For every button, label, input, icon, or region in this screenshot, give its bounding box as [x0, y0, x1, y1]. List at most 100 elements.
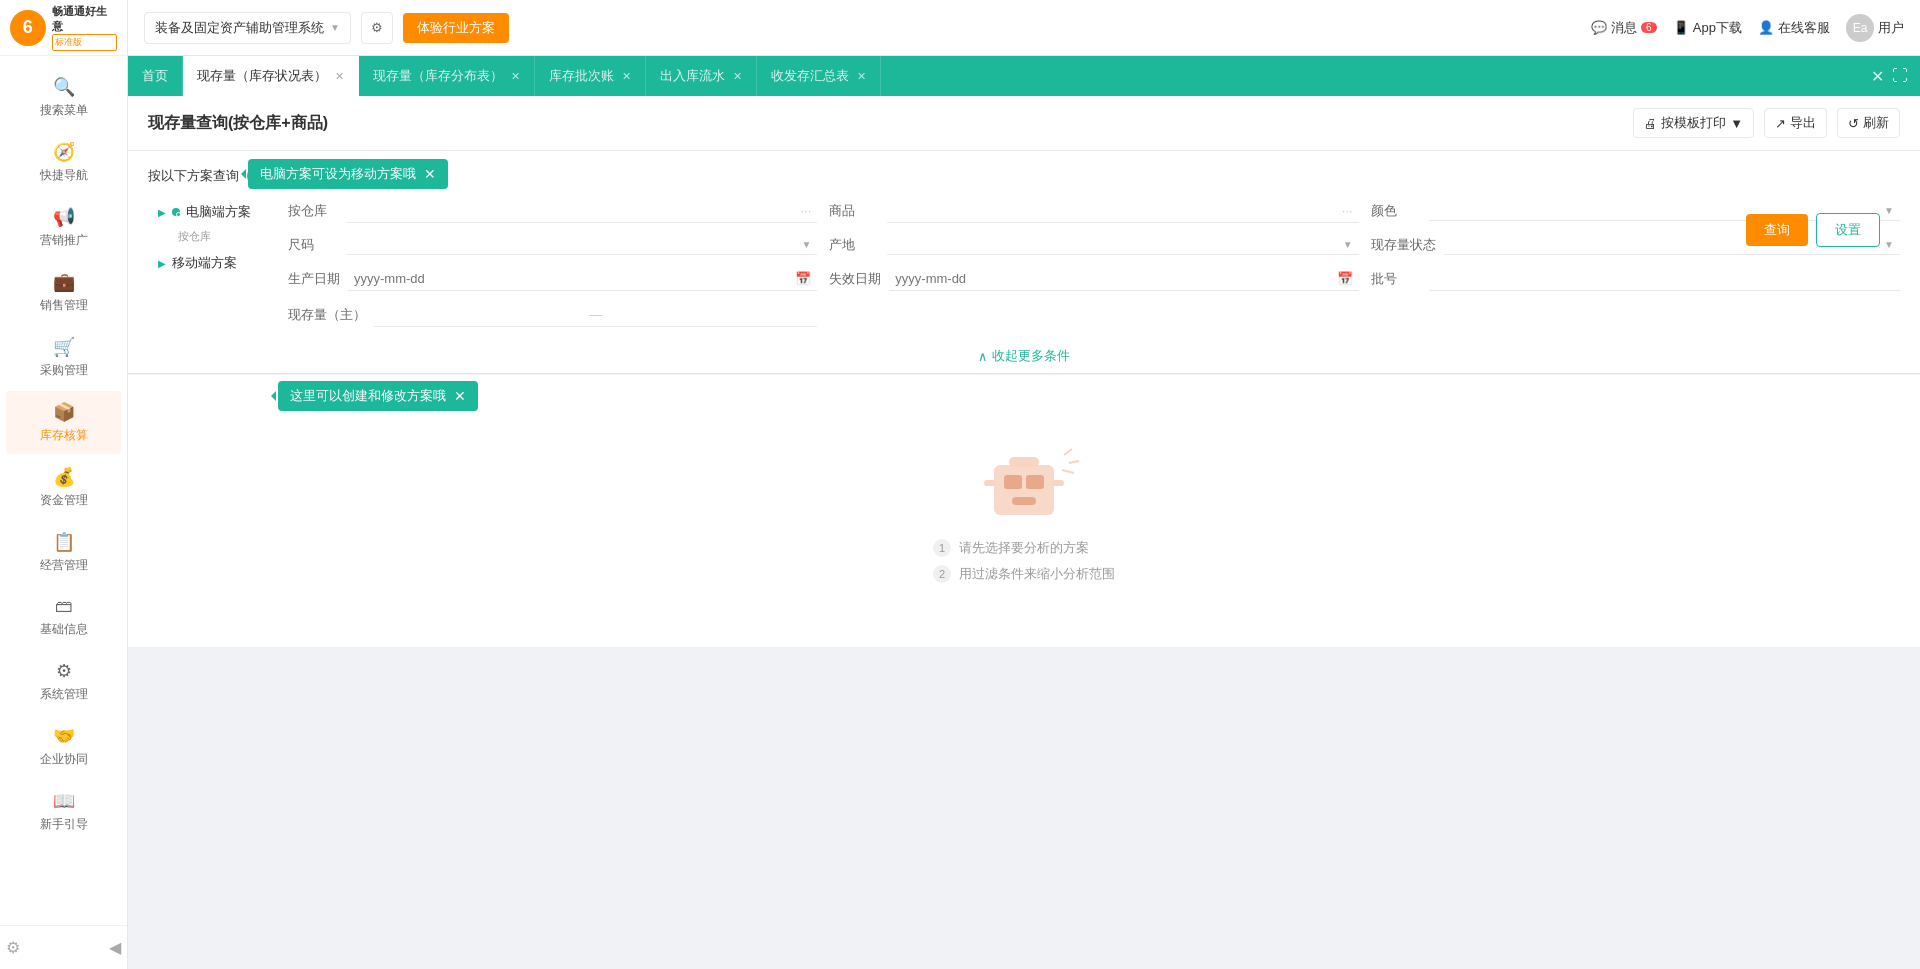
expire-date-input[interactable]	[895, 271, 1332, 286]
newbie-icon: 📖	[53, 790, 75, 812]
refresh-button[interactable]: ↺ 刷新	[1837, 108, 1900, 138]
goods-input-wrapper[interactable]: ···	[887, 199, 1358, 223]
tab-inventory-status[interactable]: 现存量（库存状况表） ✕	[183, 56, 359, 96]
message-label: 消息	[1611, 19, 1637, 37]
prod-date-input[interactable]	[354, 271, 791, 286]
message-action[interactable]: 💬 消息 6	[1591, 19, 1657, 37]
tab-inventory-dist[interactable]: 现存量（库存分布表） ✕	[359, 56, 535, 96]
message-icon: 💬	[1591, 20, 1607, 35]
app-download-action[interactable]: 📱 App下载	[1673, 19, 1742, 37]
scheme-sub-label: 按仓库	[178, 229, 278, 244]
settings-button[interactable]: ⚙	[361, 12, 393, 44]
tab-recv-summary-label: 收发存汇总表	[771, 67, 849, 85]
scheme-item-desktop[interactable]: ▶ 电脑端方案	[158, 199, 278, 225]
tab-inout-flow[interactable]: 出入库流水 ✕	[646, 56, 757, 96]
sidebar-item-sales[interactable]: 💼 销售管理	[6, 261, 121, 324]
user-action[interactable]: Ea 用户	[1846, 14, 1904, 42]
footer-collapse-icon[interactable]: ◀	[109, 938, 121, 957]
sidebar-item-label: 营销推广	[40, 232, 88, 249]
footer-settings-icon[interactable]: ⚙	[6, 938, 20, 957]
sidebar-item-search[interactable]: 🔍 搜索菜单	[6, 66, 121, 129]
top-header: 装备及固定资产辅助管理系统 ▼ ⚙ 体验行业方案 💬 消息 6 📱 App下载 …	[128, 0, 1920, 56]
sidebar-item-inventory[interactable]: 📦 库存核算	[6, 391, 121, 454]
svg-rect-1	[1004, 475, 1022, 489]
empty-state: 1 请先选择要分析的方案 2 用过滤条件来缩小分析范围	[128, 375, 1920, 647]
sidebar-logo: 6 畅通通好生意 标准版	[0, 0, 127, 56]
solution-button[interactable]: 体验行业方案	[403, 13, 509, 43]
sidebar-item-label: 新手引导	[40, 816, 88, 833]
tab-close-icon[interactable]: ✕	[733, 70, 742, 83]
collapse-row[interactable]: ∧ 收起更多条件	[148, 339, 1900, 373]
prod-date-input-wrapper[interactable]: 📅	[348, 267, 817, 291]
color-select-arrow-icon: ▼	[1884, 205, 1894, 216]
color-label: 颜色	[1371, 202, 1421, 220]
tab-batch-ledger-label: 库存批次账	[549, 67, 614, 85]
scheme-edit-popover-close-icon[interactable]: ✕	[454, 388, 466, 404]
empty-illustration	[964, 435, 1084, 535]
sidebar-item-basic[interactable]: 🗃 基础信息	[6, 586, 121, 648]
expire-date-label: 失效日期	[829, 270, 881, 288]
filter-header: 按以下方案查询 + ↺ ← 电脑方案可设为移动方案哦 ✕	[148, 165, 1900, 187]
prod-date-calendar-icon[interactable]: 📅	[795, 271, 811, 286]
tab-batch-ledger[interactable]: 库存批次账 ✕	[535, 56, 646, 96]
scheme-arrow-icon-2: ▶	[158, 258, 166, 269]
tab-close-icon[interactable]: ✕	[335, 70, 344, 83]
svg-rect-6	[1009, 457, 1039, 467]
scheme-popover-close-icon[interactable]: ✕	[424, 166, 436, 182]
tab-bar: 首页 现存量（库存状况表） ✕ 现存量（库存分布表） ✕ 库存批次账 ✕ 出入库…	[128, 56, 1920, 96]
batch-input[interactable]	[1429, 267, 1900, 291]
search-icon: 🔍	[53, 76, 75, 98]
print-button[interactable]: 🖨 按模板打印 ▼	[1633, 108, 1754, 138]
scheme-edit-popover-text: 这里可以创建和修改方案哦	[290, 387, 446, 405]
marketing-icon: 📢	[53, 206, 75, 228]
logo-text: 畅通通好生意 标准版	[52, 4, 117, 51]
sidebar-item-purchase[interactable]: 🛒 采购管理	[6, 326, 121, 389]
sidebar-item-system[interactable]: ⚙ 系统管理	[6, 650, 121, 713]
dot-indicator	[176, 212, 181, 217]
origin-select[interactable]: ▼	[887, 235, 1358, 255]
tab-expand-icon[interactable]: ⛶	[1892, 67, 1908, 85]
step-2-text: 用过滤条件来缩小分析范围	[959, 561, 1115, 587]
search-button[interactable]: 查询	[1746, 214, 1808, 246]
filter-row-2: 尺码 ▼ 产地 ▼	[288, 235, 1900, 255]
filter-row-3: 生产日期 📅 失效日期 📅	[288, 267, 1900, 291]
phone-icon: 📱	[1673, 20, 1689, 35]
origin-select-arrow-icon: ▼	[1343, 239, 1353, 250]
tab-close-icon[interactable]: ✕	[622, 70, 631, 83]
tab-recv-summary[interactable]: 收发存汇总表 ✕	[757, 56, 881, 96]
stock-qty-label: 现存量（主）	[288, 306, 366, 324]
size-select[interactable]: ▼	[346, 235, 817, 255]
filter-field-goods: 商品 ···	[829, 199, 1358, 223]
stock-qty-min-input[interactable]	[374, 307, 583, 322]
warehouse-input-wrapper[interactable]: ···	[346, 199, 817, 223]
refresh-icon: ↺	[1848, 116, 1859, 131]
online-service-label: 在线客服	[1778, 19, 1830, 37]
scheme-item-mobile[interactable]: ▶ 移动端方案	[158, 250, 278, 276]
sidebar-item-guide[interactable]: 🧭 快捷导航	[6, 131, 121, 194]
svg-rect-0	[994, 465, 1054, 515]
tab-close-all-icon[interactable]: ✕	[1871, 67, 1884, 86]
sidebar-item-enterprise[interactable]: 🤝 企业协同	[6, 715, 121, 778]
system-selector[interactable]: 装备及固定资产辅助管理系统 ▼	[144, 12, 351, 44]
online-service-action[interactable]: 👤 在线客服	[1758, 19, 1830, 37]
header-left: 装备及固定资产辅助管理系统 ▼ ⚙ 体验行业方案	[144, 12, 509, 44]
expire-date-calendar-icon[interactable]: 📅	[1337, 271, 1353, 286]
sidebar-item-operations[interactable]: 📋 经营管理	[6, 521, 121, 584]
sidebar-item-newbie[interactable]: 📖 新手引导	[6, 780, 121, 843]
tab-close-icon[interactable]: ✕	[857, 70, 866, 83]
tab-home[interactable]: 首页	[128, 56, 183, 96]
tab-close-icon[interactable]: ✕	[511, 70, 520, 83]
sidebar-item-finance[interactable]: 💰 资金管理	[6, 456, 121, 519]
export-button[interactable]: ↗ 导出	[1764, 108, 1827, 138]
filter-field-expire-date: 失效日期 📅	[829, 267, 1358, 291]
finance-icon: 💰	[53, 466, 75, 488]
print-arrow-icon: ▼	[1730, 116, 1743, 131]
sidebar-item-marketing[interactable]: 📢 营销推广	[6, 196, 121, 259]
reset-button[interactable]: 设置	[1816, 213, 1880, 247]
page-header-actions: 🖨 按模板打印 ▼ ↗ 导出 ↺ 刷新	[1633, 108, 1900, 138]
sidebar-item-label: 资金管理	[40, 492, 88, 509]
header-right: 💬 消息 6 📱 App下载 👤 在线客服 Ea 用户	[1591, 14, 1904, 42]
expire-date-input-wrapper[interactable]: 📅	[889, 267, 1358, 291]
sidebar-item-label: 系统管理	[40, 686, 88, 703]
stock-qty-max-input[interactable]	[608, 307, 817, 322]
